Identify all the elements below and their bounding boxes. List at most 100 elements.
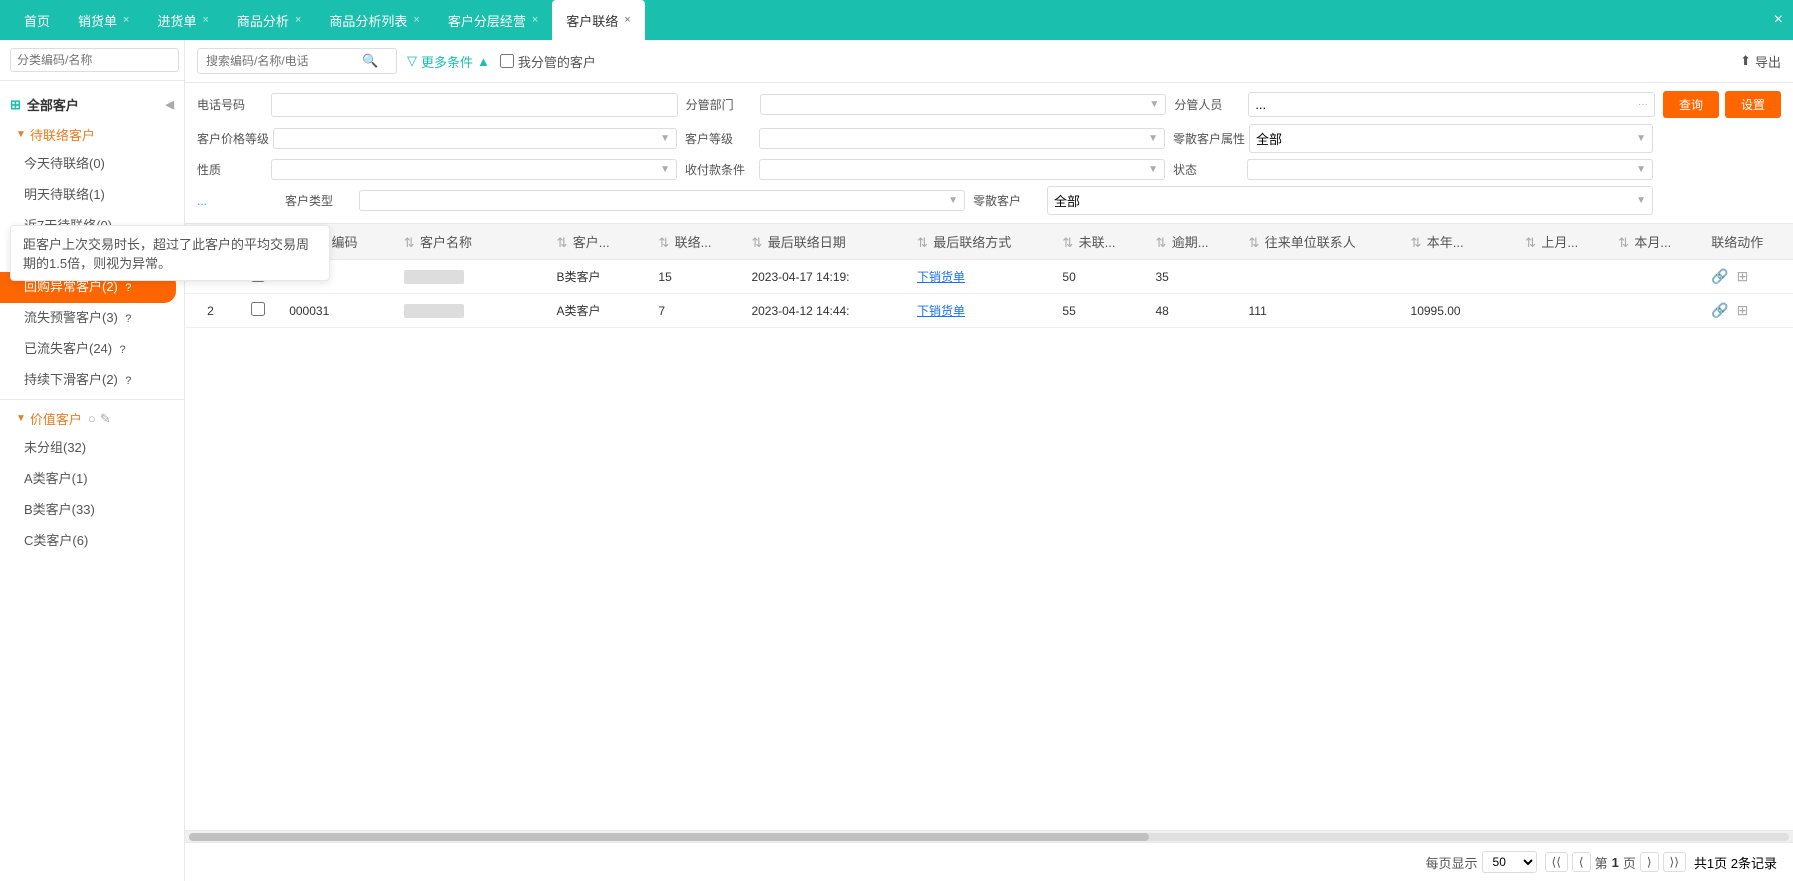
- customer-grade-select[interactable]: ▼: [759, 128, 1165, 149]
- sort-icon-this-year: ⇅: [1411, 235, 1422, 250]
- payment-label: 收付款条件: [685, 161, 755, 178]
- phone-input[interactable]: [271, 93, 678, 117]
- th-overdue[interactable]: ⇅ 逾期...: [1145, 224, 1238, 260]
- row2-last-method[interactable]: 下销货单: [907, 294, 1052, 328]
- last-page-btn[interactable]: ⟩⟩: [1663, 852, 1686, 872]
- row2-grid-icon[interactable]: ⊞: [1737, 302, 1749, 319]
- nav-customer-contact[interactable]: 客户联络 ×: [552, 0, 644, 40]
- first-page-btn[interactable]: ⟨⟨: [1545, 852, 1568, 872]
- query-button[interactable]: 查询: [1663, 91, 1719, 118]
- th-contact[interactable]: ⇅ 联络...: [648, 224, 741, 260]
- th-this-month[interactable]: ⇅ 本月...: [1608, 224, 1701, 260]
- declining-info-icon[interactable]: ?: [125, 375, 131, 387]
- price-grade-select[interactable]: ▼: [273, 128, 677, 149]
- horizontal-scrollbar[interactable]: [185, 830, 1793, 842]
- th-name[interactable]: ⇅ 客户名称: [394, 224, 547, 260]
- per-page-select[interactable]: 50 20 100: [1482, 851, 1537, 873]
- sort-icon-contact: ⇅: [658, 235, 669, 250]
- churned-info-icon[interactable]: ?: [119, 344, 125, 356]
- payment-select[interactable]: ▼: [759, 159, 1165, 180]
- retail-attr-select[interactable]: 全部▼: [1249, 124, 1653, 153]
- row2-checkbox[interactable]: [251, 302, 265, 316]
- chevron-up-icon: ▲: [477, 54, 490, 69]
- dept-field: 分管部门 ▼: [686, 94, 1167, 115]
- nav-product-analysis-close[interactable]: ×: [295, 14, 301, 26]
- prev-page-btn[interactable]: ⟨: [1572, 852, 1591, 872]
- pending-group-label[interactable]: ▼ 待联络客户: [0, 120, 184, 149]
- row1-grid-icon[interactable]: ⊞: [1737, 268, 1749, 285]
- manager-select[interactable]: ...···: [1248, 92, 1655, 117]
- row2-this-year: 10995.00: [1401, 294, 1516, 328]
- nature-label: 性质: [197, 161, 267, 178]
- nav-home[interactable]: 首页: [10, 0, 64, 40]
- sidebar-item-churn-warning[interactable]: 流失预警客户(3) ?: [0, 303, 184, 334]
- settings-button[interactable]: 设置: [1725, 91, 1781, 118]
- filter-icon: ▽: [407, 53, 417, 69]
- nav-sales-close[interactable]: ×: [123, 14, 129, 26]
- dept-select[interactable]: ▼: [760, 94, 1167, 115]
- all-customers-header[interactable]: ⊞ 全部客户 ◀: [0, 89, 184, 120]
- value-group-label[interactable]: ▼ 价值客户 ○ ✎: [0, 404, 184, 433]
- sidebar-item-a-class[interactable]: A类客户(1): [0, 464, 184, 495]
- nav-purchase[interactable]: 进货单 ×: [143, 0, 222, 40]
- row1-last-method[interactable]: 下销货单: [907, 260, 1052, 294]
- th-last-date[interactable]: ⇅ 最后联络日期: [741, 224, 907, 260]
- more-conditions-btn[interactable]: ▽ 更多条件 ▲: [407, 52, 490, 71]
- th-unreached[interactable]: ⇅ 未联...: [1052, 224, 1145, 260]
- retail-customer-select[interactable]: 全部▼: [1047, 186, 1653, 215]
- left-sidebar: 🔍 ⊞ 全部客户 ◀ ▼ 待联络客户 今天待联络(0) 明天待联络(1) 近7天…: [0, 40, 185, 881]
- sidebar-item-tomorrow[interactable]: 明天待联络(1): [0, 180, 184, 211]
- nav-product-list-label: 商品分析列表: [329, 11, 407, 30]
- nav-product-analysis[interactable]: 商品分析 ×: [223, 0, 315, 40]
- nav-customer-tier-close[interactable]: ×: [532, 14, 538, 26]
- row2-link-icon[interactable]: 🔗: [1711, 302, 1728, 319]
- nav-sales[interactable]: 销货单 ×: [64, 0, 143, 40]
- manager-label: 分管人员: [1174, 96, 1244, 113]
- next-page-btn[interactable]: ⟩: [1640, 852, 1659, 872]
- row1-link-icon[interactable]: 🔗: [1711, 268, 1728, 285]
- collapse-icon[interactable]: ◀: [166, 98, 174, 111]
- current-page-number: 1: [1612, 855, 1619, 870]
- sidebar-item-b-class[interactable]: B类客户(33): [0, 495, 184, 526]
- nature-select[interactable]: ▼: [271, 159, 677, 180]
- abnormal-info-icon[interactable]: ?: [125, 282, 131, 294]
- customer-table-area: ⇅ 客户编码 ⇅ 客户名称 ⇅ 客户... ⇅: [185, 224, 1793, 830]
- th-this-year[interactable]: ⇅ 本年...: [1401, 224, 1516, 260]
- th-last-month[interactable]: ⇅ 上月...: [1515, 224, 1608, 260]
- main-search-input[interactable]: [206, 54, 356, 68]
- churn-warning-info-icon[interactable]: ?: [125, 313, 131, 325]
- row2-action-icons: 🔗 ⊞: [1711, 302, 1783, 319]
- nav-purchase-close[interactable]: ×: [202, 14, 208, 26]
- retail-customer-field: 零散客户 全部▼: [973, 186, 1653, 215]
- edit-icon[interactable]: ✎: [100, 411, 111, 427]
- nav-customer-tier[interactable]: 客户分层经营 ×: [434, 0, 552, 40]
- my-customers-checkbox[interactable]: [500, 54, 514, 68]
- sidebar-item-today[interactable]: 今天待联络(0): [0, 149, 184, 180]
- pagination-bar: 每页显示 50 20 100 ⟨⟨ ⟨ 第 1 页 ⟩ ⟩⟩ 共1页 2条记录: [185, 842, 1793, 881]
- th-last-method[interactable]: ⇅ 最后联络方式: [907, 224, 1052, 260]
- nav-product-list[interactable]: 商品分析列表 ×: [315, 0, 433, 40]
- sidebar-item-ungroup[interactable]: 未分组(32): [0, 433, 184, 464]
- scrollbar-track[interactable]: [189, 833, 1789, 841]
- sidebar-item-churned[interactable]: 已流失客户(24) ?: [0, 334, 184, 365]
- nav-product-list-close[interactable]: ×: [413, 14, 419, 26]
- sidebar-content: ⊞ 全部客户 ◀ ▼ 待联络客户 今天待联络(0) 明天待联络(1) 近7天待联…: [0, 81, 184, 881]
- more-dots-btn[interactable]: ...: [197, 194, 207, 208]
- sidebar-item-declining[interactable]: 持续下滑客户(2) ?: [0, 365, 184, 396]
- row2-action: 🔗 ⊞: [1701, 294, 1793, 328]
- status-select[interactable]: ▼: [1247, 159, 1653, 180]
- sort-icon-name: ⇅: [404, 235, 415, 250]
- nav-customer-contact-close[interactable]: ×: [624, 14, 630, 26]
- main-search-icon[interactable]: 🔍: [362, 53, 378, 69]
- scrollbar-thumb[interactable]: [189, 833, 1149, 841]
- sidebar-item-c-class[interactable]: C类客户(6): [0, 526, 184, 557]
- customer-type-select[interactable]: ▼: [359, 190, 965, 211]
- th-associate[interactable]: ⇅ 往来单位联系人: [1239, 224, 1401, 260]
- circle-icon[interactable]: ○: [88, 411, 96, 426]
- th-type[interactable]: ⇅ 客户...: [547, 224, 649, 260]
- export-btn[interactable]: ⬆ 导出: [1740, 52, 1781, 71]
- row1-name[interactable]: [394, 260, 547, 294]
- sidebar-search-input[interactable]: [10, 48, 179, 72]
- row2-name[interactable]: [394, 294, 547, 328]
- window-close-btn[interactable]: ×: [1774, 11, 1783, 29]
